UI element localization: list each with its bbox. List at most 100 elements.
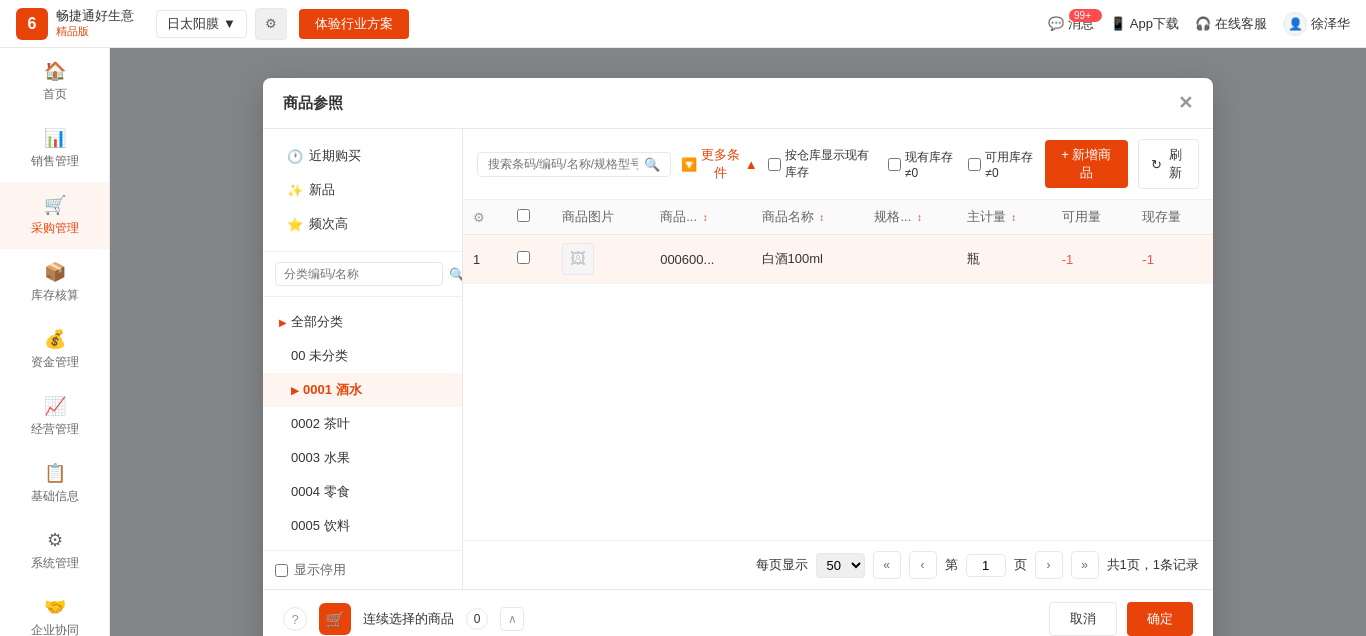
sidebar-item-system[interactable]: ⚙ 系统管理: [0, 517, 109, 584]
sidebar-item-management[interactable]: 📈 经营管理: [0, 383, 109, 450]
col-code[interactable]: 商品... ↕: [650, 200, 751, 235]
cat-item-0003[interactable]: 0003 水果: [263, 441, 462, 475]
sidebar-item-label: 库存核算: [31, 287, 79, 304]
app-download-btn[interactable]: 📱 App下载: [1110, 15, 1179, 33]
col-settings[interactable]: ⚙: [463, 200, 507, 235]
sidebar-item-label: 销售管理: [31, 153, 79, 170]
message-btn[interactable]: 💬 消息 99++: [1048, 15, 1094, 33]
cell-name: 白酒100ml: [752, 235, 865, 284]
cat-item-0002[interactable]: 0002 茶叶: [263, 407, 462, 441]
confirm-button[interactable]: 确定: [1127, 602, 1193, 636]
gear-button[interactable]: ⚙: [255, 8, 287, 40]
cat-item-0001[interactable]: ▶ 0001 酒水: [263, 373, 462, 407]
sidebar-item-home[interactable]: 🏠 首页: [0, 48, 109, 115]
nav-selector[interactable]: 日太阳膜 ▼: [156, 10, 247, 38]
purchase-icon: 🛒: [44, 194, 66, 216]
cat-item-0005[interactable]: 0005 饮料: [263, 509, 462, 543]
recent-purchase-item[interactable]: 🕐 近期购买: [275, 139, 450, 173]
pagination-row: 每页显示 50 « ‹ 第 页 › » 共1页，1条记录: [463, 540, 1213, 589]
cat-item-0008[interactable]: 0008 水: [263, 543, 462, 550]
logo-area: 6 畅捷通好生意 精品版: [16, 8, 136, 40]
sidebar-item-sales[interactable]: 📊 销售管理: [0, 115, 109, 182]
warehouse-display-checkbox[interactable]: [768, 158, 781, 171]
stock-nonzero-checkbox-label[interactable]: 现有库存≠0: [888, 149, 955, 180]
add-product-btn[interactable]: + 新增商品: [1045, 140, 1128, 188]
edition-label: 精品版: [56, 24, 134, 39]
modal-footer: ? 🛒 连续选择的商品 0 ∧ 取消 确定: [263, 589, 1213, 636]
available-nonzero-checkbox[interactable]: [968, 158, 981, 171]
page-label: 第: [945, 556, 958, 574]
modal-close-button[interactable]: ✕: [1178, 92, 1193, 114]
new-products-item[interactable]: ✨ 新品: [275, 173, 450, 207]
product-search-input[interactable]: [488, 157, 638, 171]
top-nav: 6 畅捷通好生意 精品版 日太阳膜 ▼ ⚙ 体验行业方案 💬 消息 99++ 📱…: [0, 0, 1366, 48]
experience-btn[interactable]: 体验行业方案: [299, 9, 409, 39]
sidebar-item-label: 系统管理: [31, 555, 79, 572]
product-search-icon[interactable]: 🔍: [644, 157, 660, 172]
sidebar-item-enterprise[interactable]: 🤝 企业协同: [0, 584, 109, 636]
sidebar-item-label: 首页: [43, 86, 67, 103]
sidebar-item-inventory[interactable]: 📦 库存核算: [0, 249, 109, 316]
category-tree: ▶ 全部分类 00 未分类 ▶ 0001 酒水 0002 茶叶 0003 水果: [263, 297, 462, 550]
warehouse-display-checkbox-label[interactable]: 按仓库显示现有库存: [768, 147, 874, 181]
logo-icon: 6: [16, 8, 48, 40]
select-all-checkbox[interactable]: [517, 209, 530, 222]
row-checkbox[interactable]: [517, 251, 530, 264]
sidebar-item-label: 企业协同: [31, 622, 79, 636]
online-service-btn[interactable]: 🎧 在线客服: [1195, 15, 1267, 33]
sidebar-item-finance[interactable]: 💰 资金管理: [0, 316, 109, 383]
inventory-icon: 📦: [44, 261, 66, 283]
modal-header: 商品参照 ✕: [263, 78, 1213, 129]
per-page-select[interactable]: 50: [816, 553, 865, 578]
col-checkbox[interactable]: [507, 200, 552, 235]
help-button[interactable]: ?: [283, 607, 307, 631]
brand-name: 畅捷通好生意: [56, 8, 134, 25]
last-page-btn[interactable]: »: [1071, 551, 1099, 579]
show-disabled-label: 显示停用: [294, 561, 346, 579]
col-unit[interactable]: 主计量 ↕: [957, 200, 1052, 235]
cell-index: 1: [463, 235, 507, 284]
sort-unit-icon: ↕: [1011, 212, 1016, 223]
quick-access-section: 🕐 近期购买 ✨ 新品 ⭐ 频次高: [263, 129, 462, 252]
cat-item-all[interactable]: ▶ 全部分类: [263, 305, 462, 339]
table-header: ⚙ 商品图片 商品... ↕ 商品名称 ↕: [463, 200, 1213, 235]
next-page-btn[interactable]: ›: [1035, 551, 1063, 579]
sidebar: 🏠 首页 📊 销售管理 🛒 采购管理 📦 库存核算 💰 资金管理 📈 经营管理 …: [0, 48, 110, 636]
show-disabled-checkbox[interactable]: [275, 564, 288, 577]
cat-item-0004[interactable]: 0004 零食: [263, 475, 462, 509]
sidebar-item-basic[interactable]: 📋 基础信息: [0, 450, 109, 517]
footer-collapse-btn[interactable]: ∧: [500, 607, 524, 631]
table-row[interactable]: 1 🖼 000600... 白酒100ml 瓶 -1 -1: [463, 235, 1213, 284]
col-name[interactable]: 商品名称 ↕: [752, 200, 865, 235]
expand-icon: ▶: [279, 317, 287, 328]
cancel-button[interactable]: 取消: [1049, 602, 1117, 636]
cell-unit: 瓶: [957, 235, 1052, 284]
modal-title: 商品参照: [283, 94, 343, 113]
available-nonzero-checkbox-label[interactable]: 可用库存≠0: [968, 149, 1035, 180]
filter-more-btn[interactable]: 🔽 更多条件 ▲: [681, 146, 758, 182]
col-spec[interactable]: 规格... ↕: [864, 200, 956, 235]
refresh-btn[interactable]: ↻ 刷新: [1138, 139, 1199, 189]
prev-page-btn[interactable]: ‹: [909, 551, 937, 579]
stock-nonzero-checkbox[interactable]: [888, 158, 901, 171]
cat-item-00[interactable]: 00 未分类: [263, 339, 462, 373]
cell-available: -1: [1052, 235, 1133, 284]
mobile-icon: 📱: [1110, 16, 1126, 31]
basic-icon: 📋: [44, 462, 66, 484]
category-search-input[interactable]: [275, 262, 443, 286]
cell-stock: -1: [1132, 235, 1213, 284]
frequent-item[interactable]: ⭐ 频次高: [275, 207, 450, 241]
product-search-box[interactable]: 🔍: [477, 152, 671, 177]
user-profile[interactable]: 👤 徐泽华: [1283, 12, 1350, 36]
toolbar-row: 🔍 🔽 更多条件 ▲ 按仓库显示现有库存: [463, 129, 1213, 200]
shopping-cart-icon: 🛒: [325, 610, 345, 629]
category-search-icon[interactable]: 🔍: [449, 267, 463, 282]
continuous-label: 连续选择的商品: [363, 610, 454, 628]
arrow-icon: ▶: [291, 385, 299, 396]
sidebar-item-purchase[interactable]: 🛒 采购管理: [0, 182, 109, 249]
sort-spec-icon: ↕: [917, 212, 922, 223]
cell-checkbox[interactable]: [507, 235, 552, 284]
page-number-input[interactable]: [966, 554, 1006, 577]
first-page-btn[interactable]: «: [873, 551, 901, 579]
cell-image: 🖼: [552, 235, 650, 284]
